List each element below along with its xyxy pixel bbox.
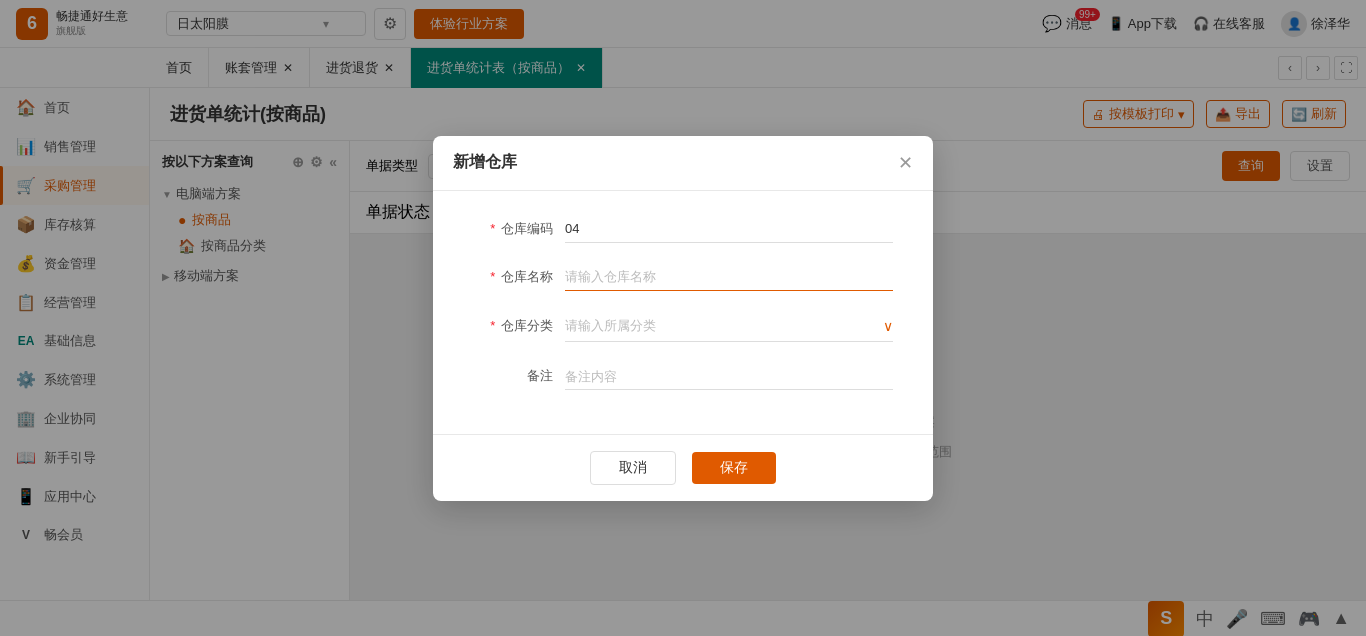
form-row-code: * 仓库编码 xyxy=(473,215,893,243)
modal-overlay[interactable]: 新增仓库 ✕ * 仓库编码 * 仓库名称 xyxy=(0,0,1366,636)
category-dropdown-icon: ∨ xyxy=(883,318,893,334)
form-row-category: * 仓库分类 请输入所属分类 ∨ xyxy=(473,311,893,342)
name-label: * 仓库名称 xyxy=(473,268,553,286)
category-placeholder: 请输入所属分类 xyxy=(565,317,656,335)
remark-label: 备注 xyxy=(473,367,553,385)
modal-title: 新增仓库 xyxy=(453,152,517,173)
cancel-button[interactable]: 取消 xyxy=(590,451,676,485)
name-input[interactable] xyxy=(565,263,893,291)
form-row-remark: 备注 xyxy=(473,362,893,390)
required-star-2: * xyxy=(490,269,495,284)
required-star-1: * xyxy=(490,221,495,236)
code-input[interactable] xyxy=(565,215,893,243)
modal-header: 新增仓库 ✕ xyxy=(433,136,933,191)
remark-textarea[interactable] xyxy=(565,362,893,390)
modal-close-button[interactable]: ✕ xyxy=(898,152,913,174)
code-label: * 仓库编码 xyxy=(473,220,553,238)
modal-body: * 仓库编码 * 仓库名称 * 仓库分类 请输入 xyxy=(433,191,933,434)
modal-footer: 取消 保存 xyxy=(433,434,933,501)
category-select[interactable]: 请输入所属分类 ∨ xyxy=(565,311,893,342)
save-button[interactable]: 保存 xyxy=(692,452,776,484)
category-label: * 仓库分类 xyxy=(473,317,553,335)
required-star-3: * xyxy=(490,318,495,333)
form-row-name: * 仓库名称 xyxy=(473,263,893,291)
new-warehouse-modal: 新增仓库 ✕ * 仓库编码 * 仓库名称 xyxy=(433,136,933,501)
